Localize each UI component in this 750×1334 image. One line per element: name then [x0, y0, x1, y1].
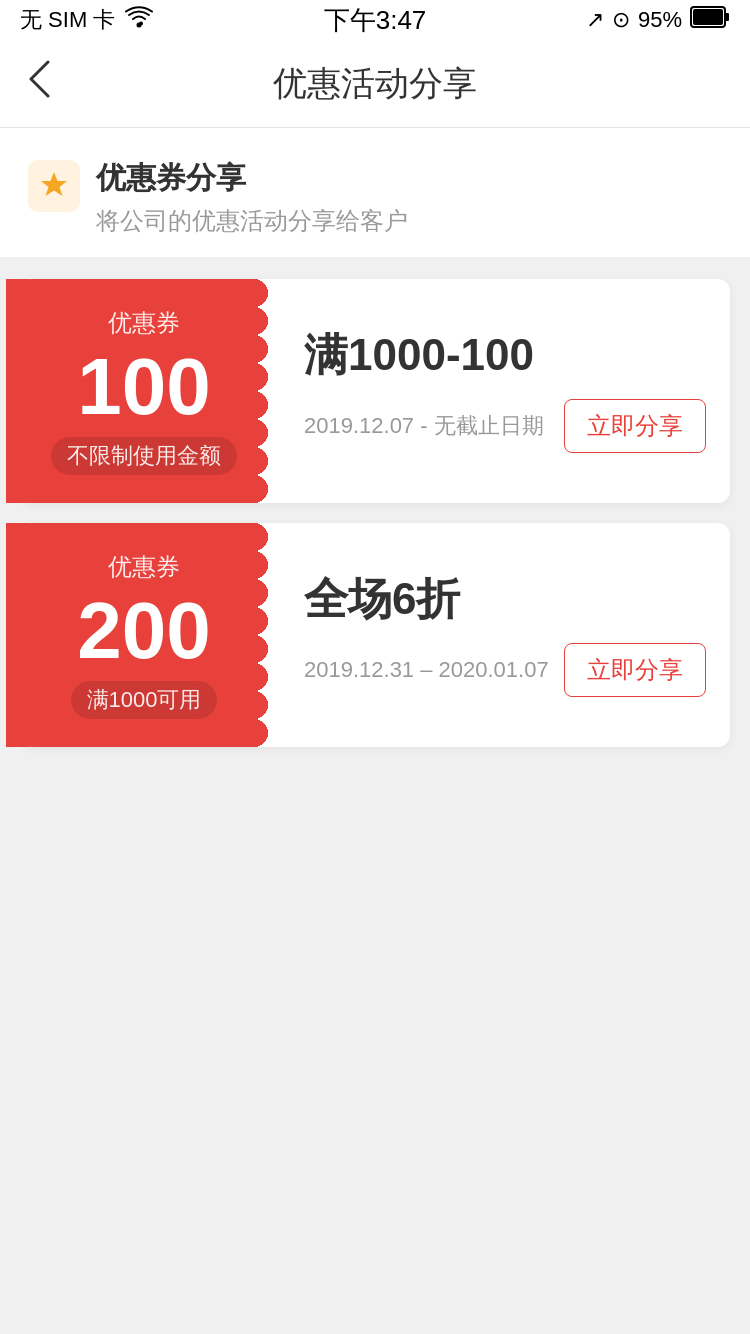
coupon-date-2: 2019.12.31 – 2020.01.07 — [304, 657, 552, 683]
status-left: 无 SIM 卡 — [20, 5, 153, 35]
coupon-condition-1: 不限制使用金额 — [51, 437, 237, 475]
battery-percent: 95% — [638, 7, 682, 33]
status-bar: 无 SIM 卡 下午3:47 ↗ ⊙ 95% — [0, 0, 750, 40]
no-sim-label: 无 SIM 卡 — [20, 5, 115, 35]
coupon-amount-1: 100 — [77, 347, 210, 427]
share-button-2[interactable]: 立即分享 — [564, 643, 706, 697]
svg-rect-3 — [693, 9, 723, 25]
section-text: 优惠券分享 将公司的优惠活动分享给客户 — [96, 158, 408, 237]
coupon-condition-2: 满1000可用 — [71, 681, 218, 719]
coupon-left-1: 优惠券 100 不限制使用金额 — [20, 279, 268, 503]
coupon-label-2: 优惠券 — [108, 551, 180, 583]
coupon-meta-2: 2019.12.31 – 2020.01.07 立即分享 — [304, 643, 706, 697]
svg-rect-2 — [725, 13, 729, 21]
coupon-meta-1: 2019.12.07 - 无截止日期 立即分享 — [304, 399, 706, 453]
coupon-label-1: 优惠券 — [108, 307, 180, 339]
coupon-amount-2: 200 — [77, 591, 210, 671]
share-button-1[interactable]: 立即分享 — [564, 399, 706, 453]
coupon-name-1: 满1000-100 — [304, 329, 706, 382]
coupon-right-1: 满1000-100 2019.12.07 - 无截止日期 立即分享 — [268, 279, 730, 503]
coupon-left-2: 优惠券 200 满1000可用 — [20, 523, 268, 747]
svg-point-0 — [137, 23, 142, 28]
status-right: ↗ ⊙ 95% — [586, 6, 730, 34]
back-button[interactable] — [28, 60, 50, 107]
page-title: 优惠活动分享 — [273, 61, 477, 107]
status-time: 下午3:47 — [324, 3, 427, 38]
wifi-icon — [125, 6, 153, 34]
coupon-right-2: 全场6折 2019.12.31 – 2020.01.07 立即分享 — [268, 523, 730, 747]
coupon-name-2: 全场6折 — [304, 573, 706, 626]
section-title: 优惠券分享 — [96, 158, 408, 199]
alarm-icon: ⊙ — [612, 7, 630, 33]
coupon-date-1: 2019.12.07 - 无截止日期 — [304, 411, 552, 441]
section-header: 优惠券分享 将公司的优惠活动分享给客户 — [0, 128, 750, 257]
location-icon: ↗ — [586, 7, 604, 33]
coupon-card: 优惠券 100 不限制使用金额 满1000-100 2019.12.07 - 无… — [20, 279, 730, 503]
coupon-share-icon — [28, 160, 80, 212]
nav-bar: 优惠活动分享 — [0, 40, 750, 128]
coupon-card-2: 优惠券 200 满1000可用 全场6折 2019.12.31 – 2020.0… — [20, 523, 730, 747]
coupon-list: 优惠券 100 不限制使用金额 满1000-100 2019.12.07 - 无… — [0, 259, 750, 767]
battery-icon — [690, 6, 730, 34]
section-subtitle: 将公司的优惠活动分享给客户 — [96, 205, 408, 237]
